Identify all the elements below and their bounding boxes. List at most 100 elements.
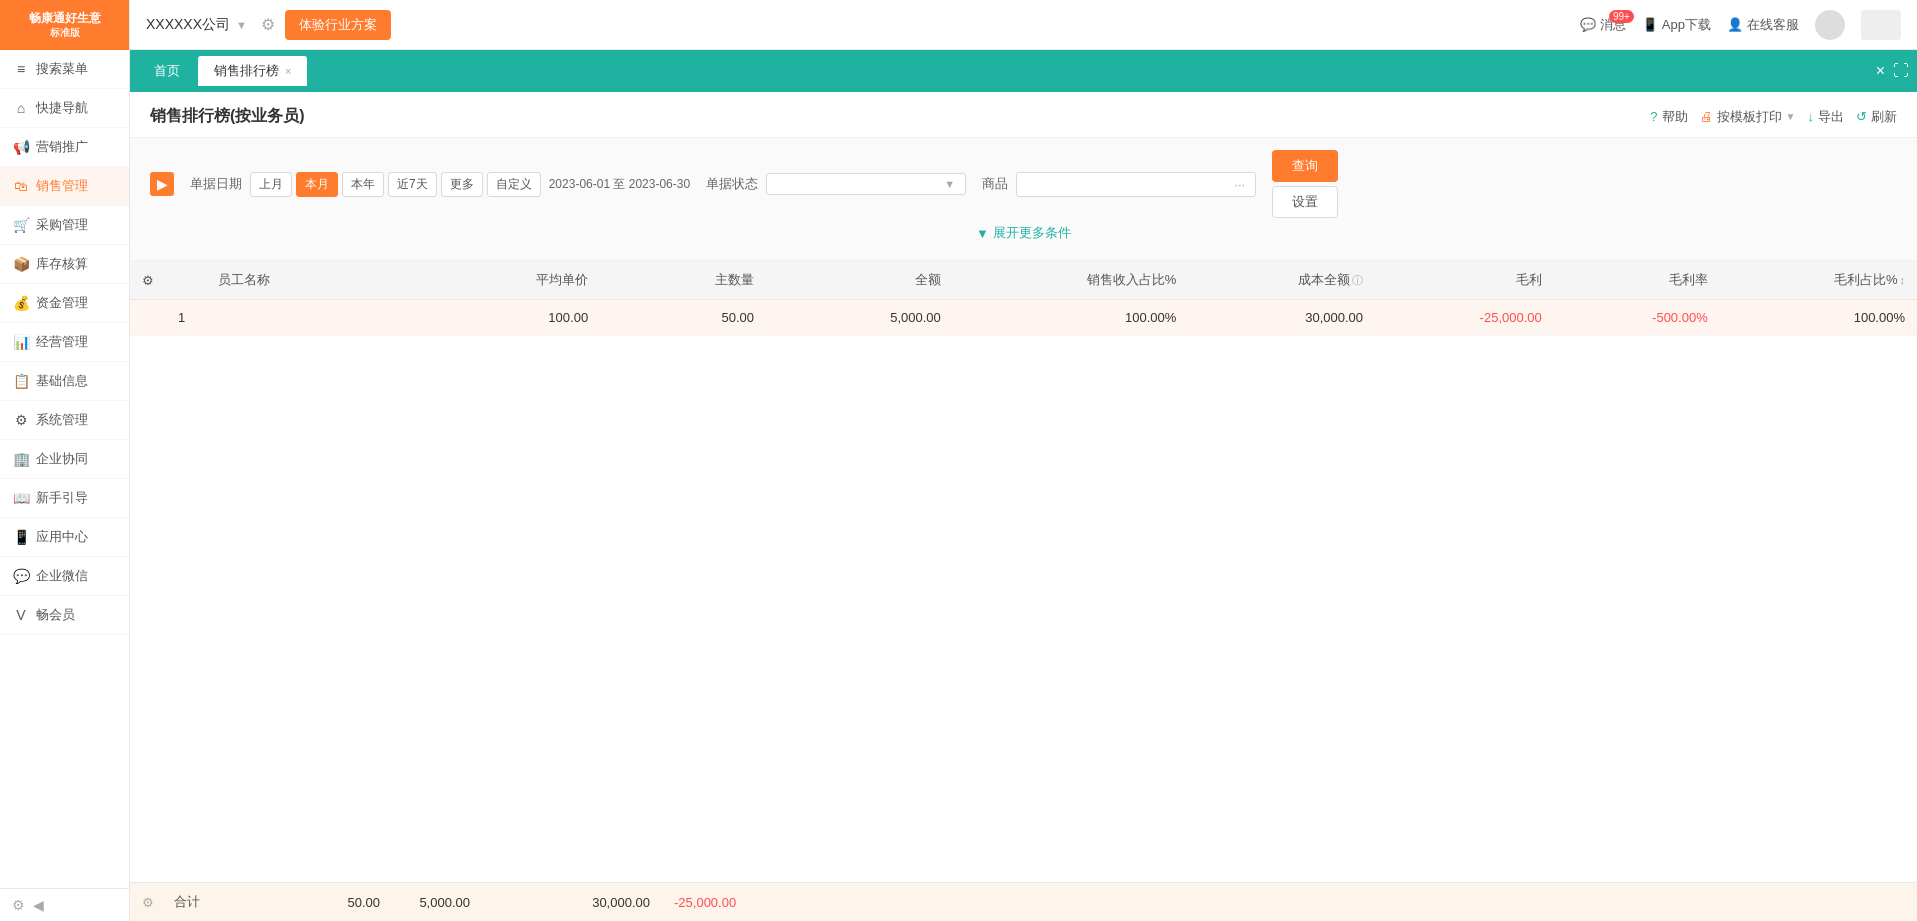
- operations-icon: 📊: [12, 334, 30, 350]
- service-icon: 👤: [1727, 17, 1743, 32]
- footer-settings-icon: ⚙: [142, 895, 154, 910]
- sidebar-item-system[interactable]: ⚙ 系统管理: [0, 401, 129, 440]
- sidebar-item-member[interactable]: V 畅会员: [0, 596, 129, 635]
- col-rank: [166, 261, 206, 300]
- app-download-button[interactable]: 📱 App下载: [1642, 16, 1711, 34]
- tab-bar: 首页 销售排行榜 × × ⛶: [130, 50, 1917, 92]
- filter-toggle-arrow[interactable]: ▶: [150, 172, 174, 196]
- sidebar-item-guide[interactable]: 📖 新手引导: [0, 479, 129, 518]
- app-icon: 📱: [1642, 17, 1658, 32]
- col-settings[interactable]: ⚙: [130, 261, 166, 300]
- date-btn-custom[interactable]: 自定义: [487, 172, 541, 197]
- col-avg-price: 平均单价: [413, 261, 600, 300]
- sidebar-item-search[interactable]: ≡ 搜索菜单: [0, 50, 129, 89]
- tab-home[interactable]: 首页: [138, 56, 196, 86]
- sidebar-item-appcenter[interactable]: 📱 应用中心: [0, 518, 129, 557]
- sidebar-item-operations[interactable]: 📊 经营管理: [0, 323, 129, 362]
- sidebar-label-search: 搜索菜单: [36, 60, 88, 78]
- col-sales-pct: 销售收入占比%: [953, 261, 1189, 300]
- settings-bottom-icon[interactable]: ⚙: [12, 897, 25, 913]
- company-selector[interactable]: XXXXXX公司 ▼: [146, 16, 247, 34]
- footer-cost: 30,000.00: [572, 895, 662, 910]
- user-avatar[interactable]: [1815, 10, 1845, 40]
- date-btn-prev-month[interactable]: 上月: [250, 172, 292, 197]
- date-btn-7days[interactable]: 近7天: [388, 172, 437, 197]
- status-select[interactable]: ▼: [766, 173, 966, 195]
- goods-dots-icon: ···: [1234, 177, 1245, 192]
- refresh-button[interactable]: ↺ 刷新: [1856, 108, 1897, 126]
- guide-icon: 📖: [12, 490, 30, 506]
- filter-row: ▶ 单据日期 上月 本月 本年 近7天 更多 自定义 2023-06-01 至 …: [150, 150, 1897, 218]
- member-icon: V: [12, 607, 30, 623]
- status-label: 单据状态: [706, 175, 758, 193]
- date-range-display: 2023-06-01 至 2023-06-30: [549, 176, 690, 193]
- sidebar-item-finance[interactable]: 💰 资金管理: [0, 284, 129, 323]
- column-settings-icon[interactable]: ⚙: [142, 273, 154, 288]
- sidebar-label-basic: 基础信息: [36, 372, 88, 390]
- print-dropdown-arrow: ▼: [1786, 111, 1796, 122]
- refresh-label: 刷新: [1871, 108, 1897, 126]
- export-button[interactable]: ↓ 导出: [1808, 108, 1845, 126]
- cell-qty: 50.00: [600, 300, 766, 336]
- sidebar-nav: ≡ 搜索菜单 ⌂ 快捷导航 📢 营销推广 🛍 销售管理 🛒 采购管理 📦 库存核…: [0, 50, 129, 888]
- date-btn-more[interactable]: 更多: [441, 172, 483, 197]
- sidebar-item-purchase[interactable]: 🛒 采购管理: [0, 206, 129, 245]
- footer-gross: -25,000.00: [662, 895, 748, 910]
- help-button[interactable]: ? 帮助: [1650, 108, 1687, 126]
- tab-close-icon[interactable]: ×: [285, 65, 291, 77]
- sidebar-label-appcenter: 应用中心: [36, 528, 88, 546]
- expand-row: ▼ 展开更多条件: [150, 218, 1897, 248]
- cell-rank: 1: [166, 300, 206, 336]
- cell-amount: 5,000.00: [766, 300, 953, 336]
- help-icon: ?: [1650, 109, 1657, 124]
- logo-line1: 畅康通好生意: [29, 11, 101, 27]
- sidebar-label-inventory: 库存核算: [36, 255, 88, 273]
- print-button[interactable]: 🖨 按模板打印 ▼: [1700, 108, 1796, 126]
- online-service-button[interactable]: 👤 在线客服: [1727, 16, 1799, 34]
- tab-maximize-icon[interactable]: ⛶: [1893, 62, 1909, 80]
- sidebar-label-system: 系统管理: [36, 411, 88, 429]
- sidebar-label-guide: 新手引导: [36, 489, 88, 507]
- table-row: 1 100.00 50.00 5,000.00 100.00% 30,000.0…: [130, 300, 1917, 336]
- sidebar-item-sales[interactable]: 🛍 销售管理: [0, 167, 129, 206]
- page-actions: ? 帮助 🖨 按模板打印 ▼ ↓ 导出 ↺ 刷新: [1650, 108, 1897, 126]
- cost-info-icon[interactable]: ⓘ: [1352, 274, 1363, 286]
- logo: 畅康通好生意 标准版: [0, 0, 129, 50]
- col-gross: 毛利: [1375, 261, 1554, 300]
- sidebar-item-wechat[interactable]: 💬 企业微信: [0, 557, 129, 596]
- message-button[interactable]: 💬 消息 99+: [1580, 16, 1626, 34]
- date-btn-current-year[interactable]: 本年: [342, 172, 384, 197]
- system-icon: ⚙: [12, 412, 30, 428]
- tab-actions: × ⛶: [1876, 62, 1909, 80]
- goods-input[interactable]: ···: [1016, 172, 1256, 197]
- settings-button[interactable]: 设置: [1272, 186, 1338, 218]
- query-button[interactable]: 查询: [1272, 150, 1338, 182]
- grosspct-info-icon[interactable]: ↕: [1900, 274, 1906, 286]
- collapse-icon[interactable]: ◀: [33, 897, 44, 913]
- date-btn-current-month[interactable]: 本月: [296, 172, 338, 197]
- help-label: 帮助: [1662, 108, 1688, 126]
- date-filter-item: 单据日期 上月 本月 本年 近7天 更多 自定义 2023-06-01 至 20…: [190, 172, 690, 197]
- tab-sales-ranking[interactable]: 销售排行榜 ×: [198, 56, 307, 86]
- sidebar-bottom: ⚙ ◀: [0, 888, 129, 921]
- refresh-icon: ↺: [1856, 109, 1867, 124]
- sidebar-item-enterprise[interactable]: 🏢 企业协同: [0, 440, 129, 479]
- date-buttons: 上月 本月 本年 近7天 更多 自定义: [250, 172, 541, 197]
- page-content: 销售排行榜(按业务员) ? 帮助 🖨 按模板打印 ▼ ↓ 导出 ↺ 刷新: [130, 92, 1917, 921]
- header-gear-icon[interactable]: ⚙: [261, 15, 275, 34]
- goods-filter-item: 商品 ···: [982, 172, 1256, 197]
- trial-button[interactable]: 体验行业方案: [285, 10, 391, 40]
- sidebar-item-inventory[interactable]: 📦 库存核算: [0, 245, 129, 284]
- print-label: 按模板打印: [1717, 108, 1782, 126]
- footer-amount: 5,000.00: [392, 895, 482, 910]
- tab-sales-ranking-label: 销售排行榜: [214, 62, 279, 80]
- message-icon: 💬: [1580, 17, 1596, 32]
- sidebar-item-basic[interactable]: 📋 基础信息: [0, 362, 129, 401]
- sidebar-label-purchase: 采购管理: [36, 216, 88, 234]
- tab-close-window-icon[interactable]: ×: [1876, 62, 1885, 80]
- footer-qty: 50.00: [312, 895, 392, 910]
- footer-label: 合计: [162, 893, 222, 911]
- sidebar-item-shortcut[interactable]: ⌂ 快捷导航: [0, 89, 129, 128]
- expand-conditions-button[interactable]: ▼ 展开更多条件: [976, 224, 1071, 242]
- sidebar-item-marketing[interactable]: 📢 营销推广: [0, 128, 129, 167]
